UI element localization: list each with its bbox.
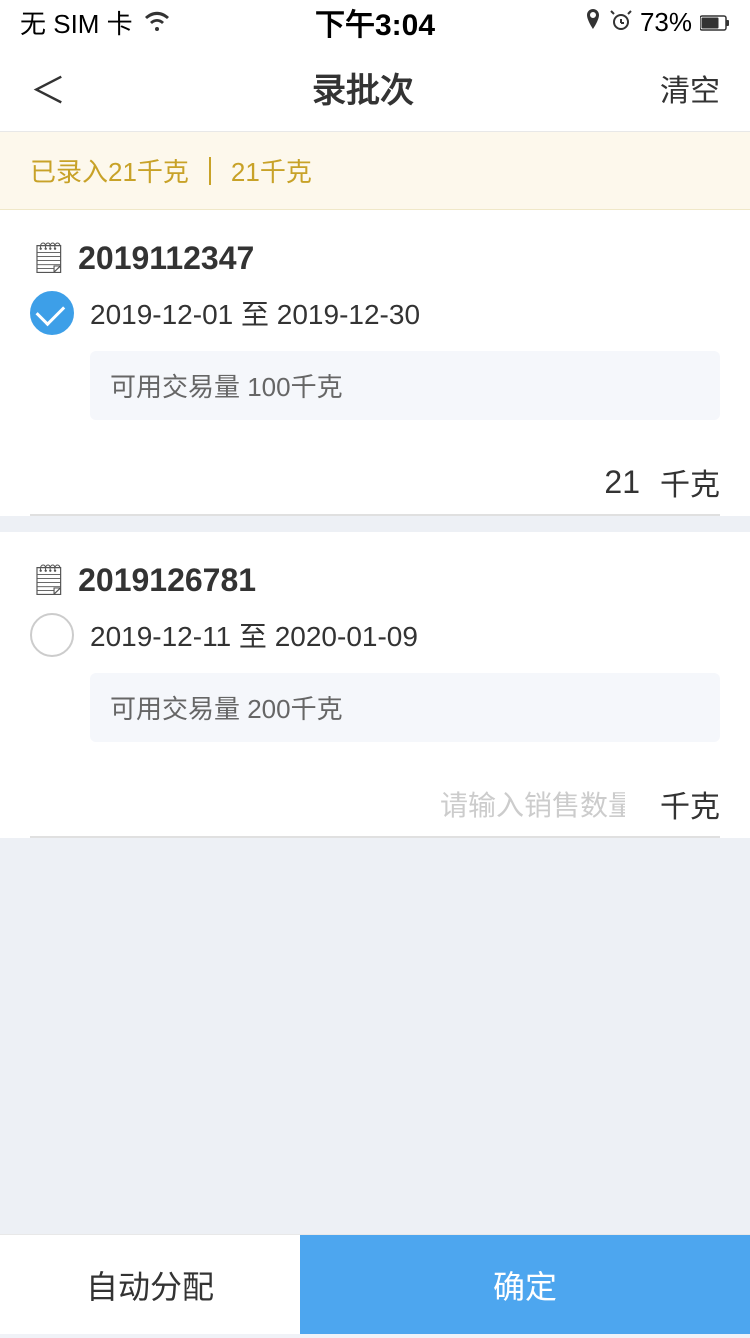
batch1-qty-value: 21 [604, 464, 640, 501]
batch2-radio[interactable] [30, 613, 74, 657]
content: 已录入21千克 21千克 🗒 2019112347 2019-12-01 至 2… [0, 132, 750, 1338]
info-divider [209, 157, 211, 185]
batch1-id: 2019112347 [78, 240, 254, 277]
battery-icon [700, 7, 730, 38]
batch1-avail-qty: 可用交易量 100千克 [90, 351, 720, 420]
battery-text: 73% [640, 7, 692, 38]
location-icon [584, 7, 602, 38]
batch-item-2: 🗒 2019126781 2019-12-11 至 2020-01-09 可用交… [0, 532, 750, 838]
info-label: 已录入21千克 [30, 152, 189, 189]
confirm-button[interactable]: 确定 [300, 1235, 750, 1334]
page-title: 录批次 [312, 63, 414, 112]
batch2-qty-unit: 千克 [660, 782, 720, 826]
status-right: 73% [584, 7, 730, 38]
auto-distribute-button[interactable]: 自动分配 [0, 1235, 300, 1334]
batch1-date-row[interactable]: 2019-12-01 至 2019-12-30 [30, 291, 720, 335]
status-time: 下午3:04 [315, 0, 435, 44]
batch2-id-icon: 🗒 [30, 563, 68, 598]
carrier-text: 无 SIM 卡 [20, 4, 133, 41]
clear-button[interactable]: 清空 [660, 66, 720, 110]
batch2-date: 2019-12-11 至 2020-01-09 [90, 615, 418, 655]
batch2-id-row: 🗒 2019126781 [30, 562, 720, 599]
alarm-icon [610, 7, 632, 38]
wifi-icon [143, 7, 171, 38]
batch1-qty-unit: 千克 [660, 460, 720, 504]
item-separator-1 [0, 516, 750, 532]
batch2-id: 2019126781 [78, 562, 256, 599]
batch1-id-row: 🗒 2019112347 [30, 240, 720, 277]
bottom-bar: 自动分配 确定 [0, 1234, 750, 1334]
back-button[interactable]: ＜ [30, 62, 66, 114]
info-value: 21千克 [231, 152, 312, 189]
batch1-radio[interactable] [30, 291, 74, 335]
batch2-avail-qty-text: 可用交易量 200千克 [110, 694, 343, 724]
status-carrier: 无 SIM 卡 [20, 4, 171, 41]
batch1-avail-qty-text: 可用交易量 100千克 [110, 372, 343, 402]
nav-bar: ＜ 录批次 清空 [0, 44, 750, 132]
batch1-date: 2019-12-01 至 2019-12-30 [90, 293, 420, 333]
batch-item-1: 🗒 2019112347 2019-12-01 至 2019-12-30 可用交… [0, 210, 750, 516]
batch2-date-row[interactable]: 2019-12-11 至 2020-01-09 [30, 613, 720, 657]
batch2-qty-input[interactable] [440, 786, 640, 823]
batch2-avail-qty: 可用交易量 200千克 [90, 673, 720, 742]
status-bar: 无 SIM 卡 下午3:04 73% [0, 0, 750, 44]
batch1-id-icon: 🗒 [30, 241, 68, 276]
bottom-spacer [0, 838, 750, 1238]
batch1-qty-row: 21 千克 [30, 440, 720, 504]
batch2-qty-row: 千克 [30, 762, 720, 826]
info-banner: 已录入21千克 21千克 [0, 132, 750, 210]
